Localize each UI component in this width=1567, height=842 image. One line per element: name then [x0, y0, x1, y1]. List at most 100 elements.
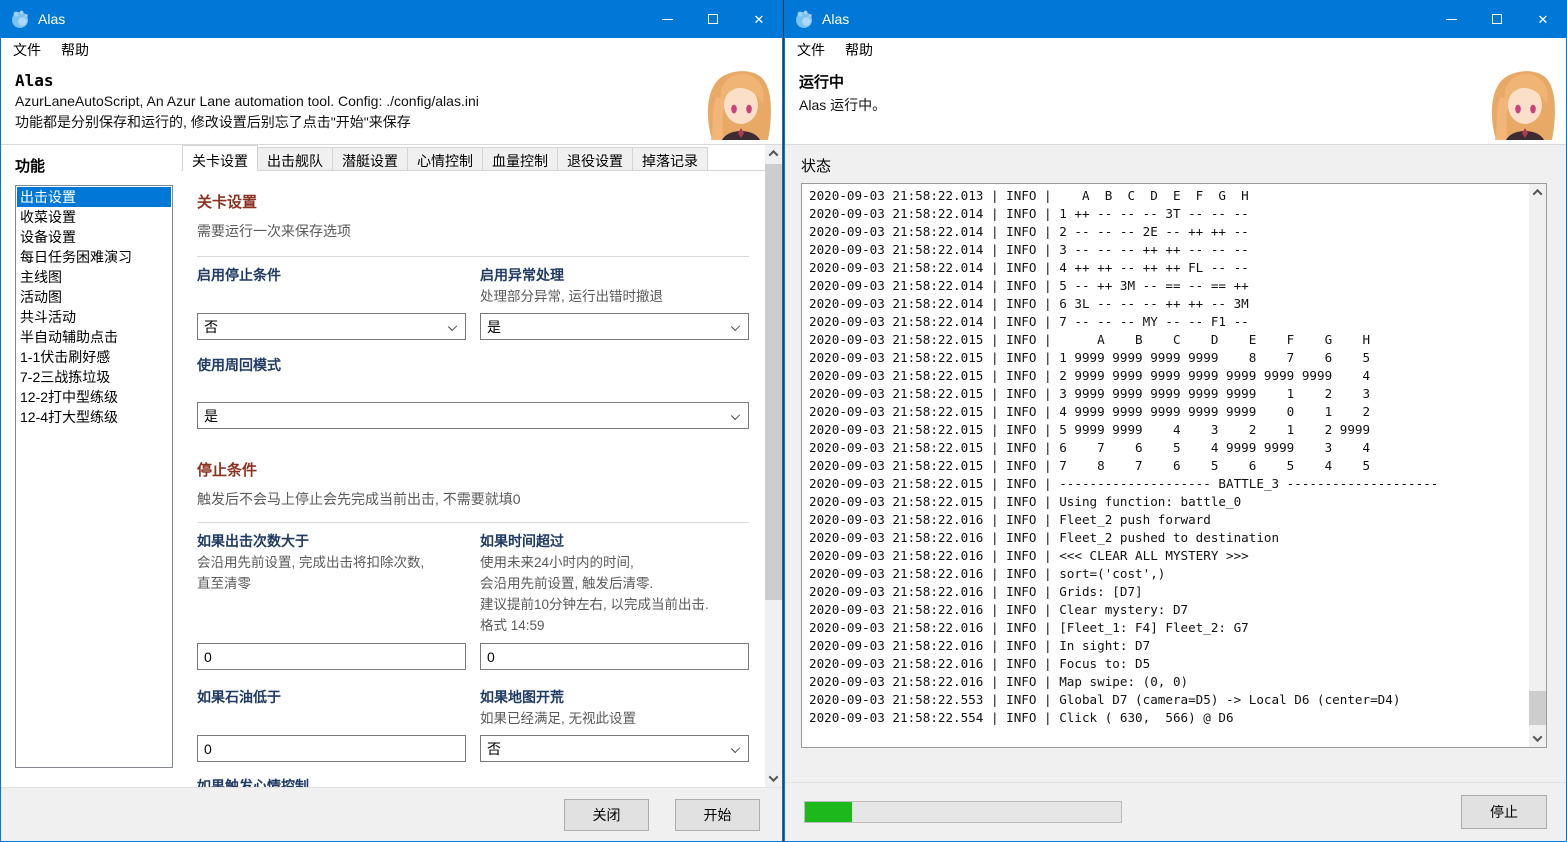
if-count-input[interactable]: [197, 643, 466, 670]
log-scrollbar[interactable]: [1529, 184, 1546, 747]
function-list-item[interactable]: 活动图: [17, 287, 171, 307]
log-line: 2020-09-03 21:58:22.016 | INFO | Focus t…: [809, 656, 1151, 671]
log-line: 2020-09-03 21:58:22.015 | INFO | 5 9999 …: [809, 422, 1371, 437]
if-time-input[interactable]: [480, 643, 749, 670]
log-line: 2020-09-03 21:58:22.554 | INFO | Click (…: [809, 710, 1234, 725]
scroll-down-button[interactable]: [1529, 730, 1546, 747]
enable-stop-select[interactable]: 否: [197, 313, 466, 340]
chevron-down-icon: [730, 410, 741, 421]
app-hint: 功能都是分别保存和运行的, 修改设置后别忘了点击"开始"来保存: [15, 114, 411, 130]
if-oil-input[interactable]: [197, 735, 466, 762]
settings-tab[interactable]: 关卡设置: [182, 145, 258, 171]
alas-app-icon: [796, 10, 812, 28]
titlebar[interactable]: Alas ✕: [785, 0, 1566, 38]
scroll-down-button[interactable]: [765, 770, 782, 787]
function-list-item[interactable]: 12-2打中型练级: [17, 387, 171, 407]
divider: [197, 256, 749, 257]
field-if-count: 如果出击次数大于 会沿用先前设置, 完成出击将扣除次数, 直至清零: [197, 531, 466, 670]
close-button[interactable]: ✕: [1520, 0, 1566, 38]
function-listbox[interactable]: 出击设置 收菜设置 设备设置 每日任务困难演习 主线图 活动图 共斗活动 半自动辅助点击 1-1…: [15, 185, 173, 768]
chevron-up-icon: [1532, 188, 1543, 199]
minimize-button[interactable]: [644, 0, 690, 38]
log-line: 2020-09-03 21:58:22.016 | INFO | Fleet_2…: [809, 530, 1280, 545]
menubar: 文件 帮助: [785, 38, 1566, 62]
log-line: 2020-09-03 21:58:22.015 | INFO | 1 9999 …: [809, 350, 1371, 365]
function-list-item[interactable]: 每日任务困难演习: [17, 247, 171, 267]
log-line: 2020-09-03 21:58:22.015 | INFO | 2 9999 …: [809, 368, 1371, 383]
divider: [197, 522, 749, 523]
maximize-icon: [708, 14, 718, 24]
function-sidebar: 功能 出击设置 收菜设置 设备设置 每日任务困难演习 主线图 活动图 共斗活动 半自动辅助点击…: [1, 145, 181, 787]
avatar: [1486, 67, 1558, 140]
enable-exception-select[interactable]: 是: [480, 313, 749, 340]
run-status-line: Alas 运行中。: [799, 97, 887, 113]
log-line: 2020-09-03 21:58:22.014 | INFO | 4 ++ ++…: [809, 260, 1249, 275]
log-line: 2020-09-03 21:58:22.016 | INFO | In sigh…: [809, 638, 1151, 653]
log-line: 2020-09-03 21:58:22.014 | INFO | 3 -- --…: [809, 242, 1249, 257]
menu-item[interactable]: 帮助: [845, 40, 873, 60]
menu-item[interactable]: 帮助: [61, 40, 89, 60]
field-desc: 使用未来24小时内的时间, 会沿用先前设置, 触发后清零. 建议提前10分钟左右…: [480, 555, 709, 633]
settings-tab[interactable]: 出击舰队: [257, 147, 333, 170]
settings-tab[interactable]: 心情控制: [407, 147, 483, 170]
log-line: 2020-09-03 21:58:22.016 | INFO | Fleet_2…: [809, 512, 1211, 527]
function-list-item[interactable]: 7-2三战拣垃圾: [17, 367, 171, 387]
loop-mode-select[interactable]: 是: [197, 402, 749, 429]
menu-item[interactable]: 文件: [797, 40, 825, 60]
window-title: Alas: [822, 11, 850, 27]
close-app-button[interactable]: 关闭: [564, 798, 649, 831]
log-line: 2020-09-03 21:58:22.016 | INFO | sort=('…: [809, 566, 1166, 581]
scrollbar-thumb[interactable]: [765, 164, 782, 600]
chevron-up-icon: [768, 149, 779, 160]
log-line: 2020-09-03 21:58:22.015 | INFO | 7 8 7 6…: [809, 458, 1371, 473]
start-button[interactable]: 开始: [675, 798, 760, 831]
log-line: 2020-09-03 21:58:22.015 | INFO | -------…: [809, 476, 1439, 491]
maximize-button[interactable]: [1474, 0, 1520, 38]
progress-fill: [805, 802, 853, 822]
minimize-button[interactable]: [1428, 0, 1474, 38]
app-header: 运行中 Alas 运行中。: [785, 62, 1566, 145]
function-list-item[interactable]: 12-4打大型练级: [17, 407, 171, 427]
close-button[interactable]: ✕: [736, 0, 782, 38]
close-icon: ✕: [1537, 11, 1549, 27]
titlebar[interactable]: Alas ✕: [1, 0, 782, 38]
log-line: 2020-09-03 21:58:22.016 | INFO | Grids: …: [809, 584, 1143, 599]
function-list-item[interactable]: 半自动辅助点击: [17, 327, 171, 347]
log-line: 2020-09-03 21:58:22.013 | INFO | A B C D…: [809, 188, 1249, 203]
sidebar-heading: 功能: [15, 158, 46, 175]
status-label: 状态: [801, 158, 832, 175]
field-label: 启用停止条件: [197, 267, 281, 283]
section-heading-stage: 关卡设置: [197, 194, 258, 211]
form-scrollbar[interactable]: [765, 145, 782, 787]
chevron-down-icon: [447, 321, 458, 332]
maximize-button[interactable]: [690, 0, 736, 38]
log-box[interactable]: 2020-09-03 21:58:22.013 | INFO | A B C D…: [801, 183, 1547, 748]
function-list-item[interactable]: 共斗活动: [17, 307, 171, 327]
field-if-time: 如果时间超过 使用未来24小时内的时间, 会沿用先前设置, 触发后清零. 建议提…: [480, 531, 749, 670]
scroll-up-button[interactable]: [1529, 184, 1546, 201]
function-list-item[interactable]: 收菜设置: [17, 207, 171, 227]
field-loop-mode: 使用周回模式 是: [197, 355, 749, 429]
minimize-icon: [661, 18, 673, 20]
settings-tab[interactable]: 退役设置: [557, 147, 633, 170]
chevron-down-icon: [1532, 732, 1543, 743]
scrollbar-thumb[interactable]: [1529, 691, 1546, 725]
function-list-item[interactable]: 设备设置: [17, 227, 171, 247]
log-line: 2020-09-03 21:58:22.016 | INFO | Clear m…: [809, 602, 1189, 617]
function-list-item[interactable]: 出击设置: [17, 187, 171, 207]
menu-item[interactable]: 文件: [13, 40, 41, 60]
function-list-item[interactable]: 1-1伏击刷好感: [17, 347, 171, 367]
field-label: 使用周回模式: [197, 357, 281, 373]
log-lines: 2020-09-03 21:58:22.013 | INFO | A B C D…: [802, 184, 1529, 747]
field-desc: 如果已经满足, 无视此设置: [480, 711, 637, 726]
log-line: 2020-09-03 21:58:22.016 | INFO | Map swi…: [809, 674, 1189, 689]
select-value: 否: [204, 318, 218, 335]
log-line: 2020-09-03 21:58:22.015 | INFO | A B C D…: [809, 332, 1371, 347]
stop-button[interactable]: 停止: [1461, 795, 1547, 829]
function-list-item[interactable]: 主线图: [17, 267, 171, 287]
settings-tab[interactable]: 血量控制: [482, 147, 558, 170]
scroll-up-button[interactable]: [765, 145, 782, 162]
if-map-clear-select[interactable]: 否: [480, 735, 749, 762]
settings-tab[interactable]: 掉落记录: [632, 147, 708, 170]
settings-tab[interactable]: 潜艇设置: [332, 147, 408, 170]
